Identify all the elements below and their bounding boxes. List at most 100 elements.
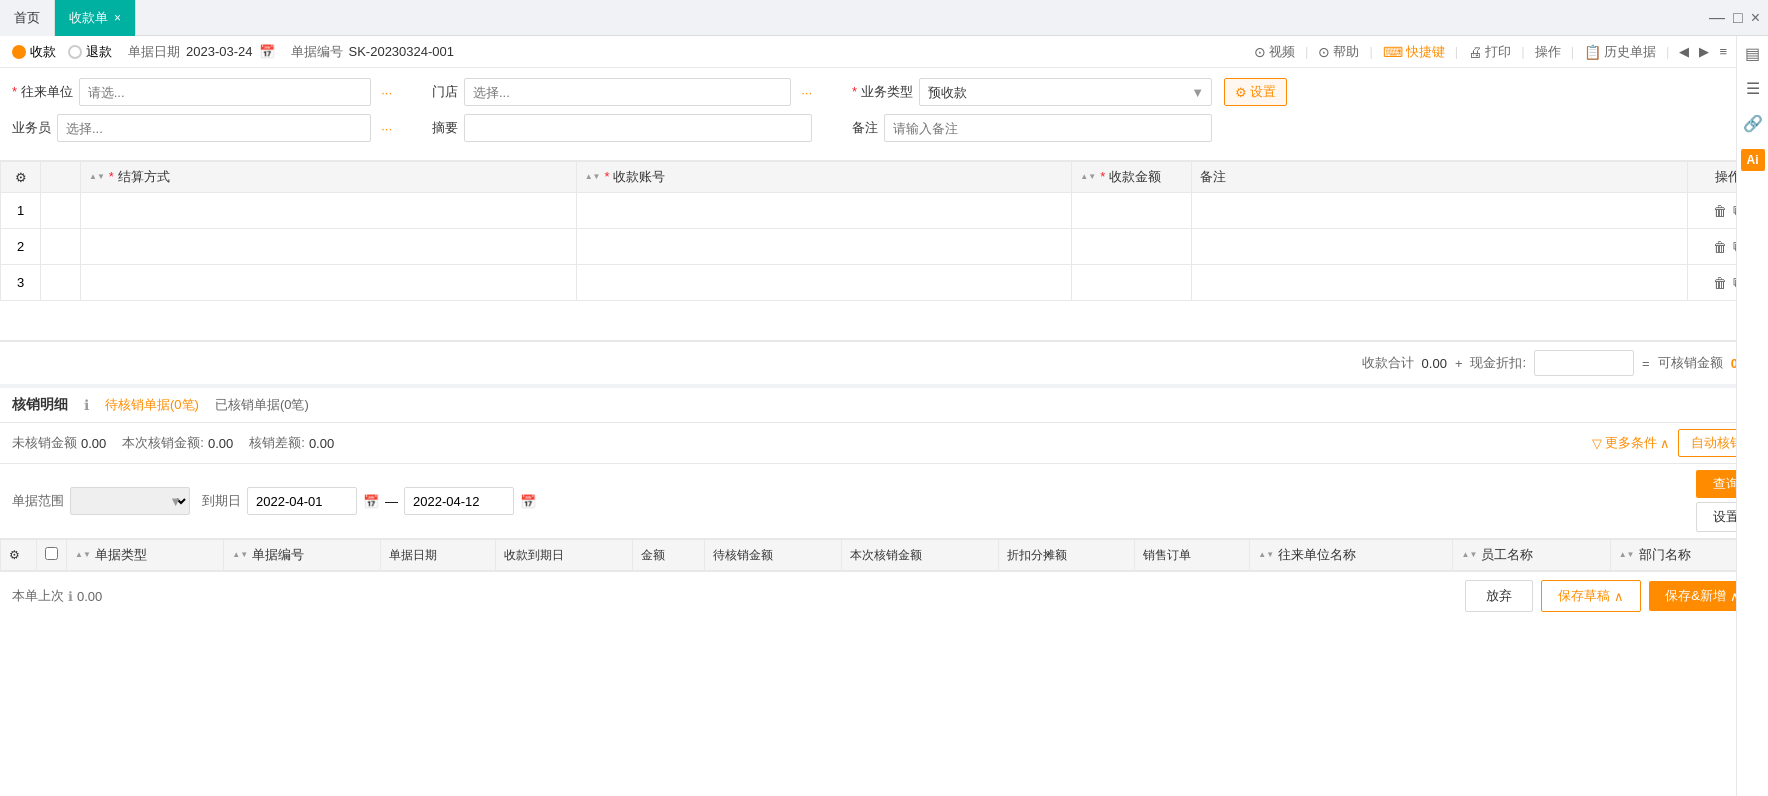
store-input[interactable] [464, 78, 791, 106]
nav-prev-btn[interactable]: ◀ [1679, 44, 1689, 59]
row-1-num: 1 [1, 193, 41, 229]
row-3-amount[interactable] [1072, 265, 1192, 301]
pending-tab-link[interactable]: 待核销单据(0笔) [105, 396, 199, 414]
bottom-col-settings[interactable]: ⚙ [1, 540, 37, 571]
footer-info-icon[interactable]: ℹ [68, 589, 73, 604]
row-3-account[interactable] [576, 265, 1072, 301]
date-value[interactable]: 2023-03-24 [186, 44, 253, 59]
doc-range-label: 单据范围 [12, 492, 64, 510]
row-2-amount[interactable] [1072, 229, 1192, 265]
history-btn[interactable]: 📋 历史单据 [1584, 43, 1656, 61]
calendar-icon[interactable]: 📅 [259, 44, 275, 59]
staff-input[interactable] [57, 114, 371, 142]
video-icon: ⊙ [1254, 44, 1266, 60]
plus-sign: + [1455, 356, 1463, 371]
current-stat: 本次核销金额: 0.00 [122, 434, 233, 452]
window-controls: — □ × [1709, 9, 1768, 27]
date-from-icon[interactable]: 📅 [363, 494, 379, 509]
radio-refund-label: 退款 [86, 43, 112, 61]
help-btn[interactable]: ⊙ 帮助 [1318, 43, 1359, 61]
settings-button[interactable]: ⚙ 设置 [1224, 78, 1287, 106]
sidebar-link-icon[interactable]: 🔗 [1743, 114, 1763, 133]
abandon-btn[interactable]: 放弃 [1465, 580, 1533, 612]
doc-range-select[interactable] [70, 487, 190, 515]
staff-ellipsis[interactable]: ··· [381, 121, 392, 136]
discount-label: 现金折扣: [1470, 354, 1526, 372]
bottom-table-area: ⚙ ▲▼单据类型 ▲▼单据编号 单据日期 收款到期日 金额 待核销金额 本次核销… [0, 539, 1768, 571]
bottom-col-amount: 金额 [632, 540, 705, 571]
print-icon: 🖨 [1468, 44, 1482, 60]
form-area: 往来单位 ··· 门店 ··· 业务类型 预收款 ▼ [0, 68, 1768, 161]
radio-receipt-dot [12, 45, 26, 59]
verification-info-icon[interactable]: ℹ [84, 397, 89, 413]
bottom-col-due-date: 收款到期日 [496, 540, 632, 571]
row-1-index [41, 193, 81, 229]
summary-input[interactable] [464, 114, 812, 142]
operation-btn[interactable]: 操作 [1535, 43, 1561, 61]
row-3-settlement[interactable] [81, 265, 577, 301]
row-3-remark[interactable] [1192, 265, 1688, 301]
counterpart-ellipsis[interactable]: ··· [381, 85, 392, 100]
row-1-amount[interactable] [1072, 193, 1192, 229]
verification-title: 核销明细 [12, 396, 68, 414]
summary-field: 摘要 [432, 114, 812, 142]
toolbar-right: ⊙ 视频 | ⊙ 帮助 | ⌨ 快捷键 | 🖨 打印 | 操作 | [1254, 42, 1756, 61]
business-type-select[interactable]: 预收款 [919, 78, 1212, 106]
counterpart-input[interactable] [79, 78, 371, 106]
row-2-remark[interactable] [1192, 229, 1688, 265]
row-1-delete-icon[interactable]: 🗑 [1713, 203, 1727, 219]
shortcut-btn[interactable]: ⌨ 快捷键 [1383, 43, 1445, 61]
close-btn[interactable]: × [1751, 9, 1760, 27]
discount-input[interactable] [1534, 350, 1634, 376]
store-ellipsis[interactable]: ··· [801, 85, 812, 100]
footer: 本单上次 ℹ 0.00 放弃 保存草稿 ∧ 保存&新增 ∧ [0, 571, 1768, 620]
row-2-delete-icon[interactable]: 🗑 [1713, 239, 1727, 255]
row-2-settlement[interactable] [81, 229, 577, 265]
date-from-input[interactable] [247, 487, 357, 515]
row-2-index [41, 229, 81, 265]
radio-receipt[interactable]: 收款 [12, 43, 56, 61]
filter-icon: ▽ [1592, 436, 1602, 451]
chevron-up-icon: ∧ [1660, 436, 1670, 451]
main-table-area: ⚙ ▲▼ 结算方式 ▲▼ 收款账号 [0, 161, 1768, 341]
radio-refund[interactable]: 退款 [68, 43, 112, 61]
save-draft-btn[interactable]: 保存草稿 ∧ [1541, 580, 1641, 612]
counterpart-label: 往来单位 [12, 83, 73, 101]
tab-home[interactable]: 首页 [0, 0, 55, 36]
video-btn[interactable]: ⊙ 视频 [1254, 43, 1295, 61]
row-1-account[interactable] [576, 193, 1072, 229]
summary-row: 收款合计 0.00 + 现金折扣: = 可核销金额 0.00 [0, 341, 1768, 384]
date-to-input[interactable] [404, 487, 514, 515]
row-1-settlement[interactable] [81, 193, 577, 229]
row-3-index [41, 265, 81, 301]
row-1-remark[interactable] [1192, 193, 1688, 229]
minimize-btn[interactable]: — [1709, 9, 1725, 27]
sidebar-list-icon[interactable]: ☰ [1746, 79, 1760, 98]
sidebar-ai-icon[interactable]: Ai [1741, 149, 1765, 171]
current-label: 本次核销金额: [122, 434, 204, 452]
row-3-delete-icon[interactable]: 🗑 [1713, 275, 1727, 291]
tab-receipt[interactable]: 收款单 × [55, 0, 136, 36]
print-btn[interactable]: 🖨 打印 [1468, 43, 1511, 61]
remark-input[interactable] [884, 114, 1212, 142]
radio-receipt-label: 收款 [30, 43, 56, 61]
row-2-num: 2 [1, 229, 41, 265]
tab-close-icon[interactable]: × [114, 11, 121, 25]
main-content: 收款 退款 单据日期 2023-03-24 📅 单据编号 SK-20230324… [0, 36, 1768, 796]
business-type-label: 业务类型 [852, 83, 913, 101]
maximize-btn[interactable]: □ [1733, 9, 1743, 27]
store-field: 门店 ··· [432, 78, 812, 106]
footer-info-label: 本单上次 [12, 587, 64, 605]
list-view-btn[interactable]: ≡ [1719, 44, 1727, 59]
row-2-account[interactable] [576, 229, 1072, 265]
nav-next-btn[interactable]: ▶ [1699, 44, 1709, 59]
date-to-icon[interactable]: 📅 [520, 494, 536, 509]
due-date-label: 到期日 [202, 492, 241, 510]
counterpart-field: 往来单位 ··· [12, 78, 392, 106]
done-tab-link[interactable]: 已核销单据(0笔) [215, 396, 309, 414]
select-all-checkbox[interactable] [45, 547, 58, 560]
more-conditions-btn[interactable]: ▽ 更多条件 ∧ [1592, 434, 1670, 452]
bottom-col-current: 本次核销金额 [841, 540, 998, 571]
col-settings-header[interactable]: ⚙ [1, 162, 41, 193]
sidebar-table-icon[interactable]: ▤ [1745, 44, 1760, 63]
